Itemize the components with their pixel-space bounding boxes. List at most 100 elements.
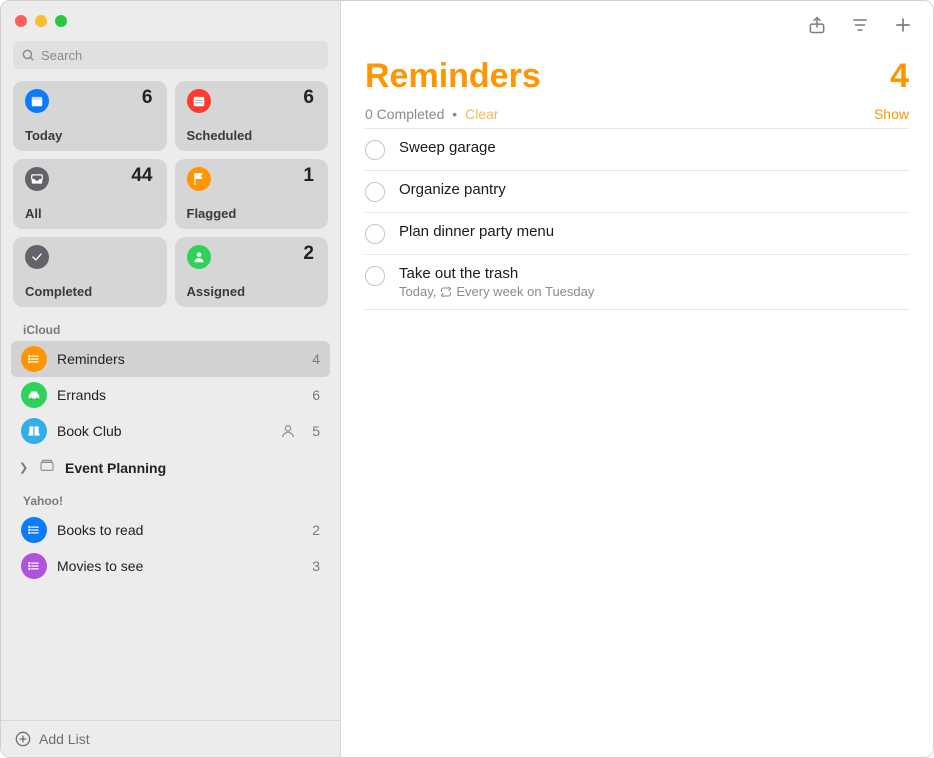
- reminder-title: Organize pantry: [399, 181, 909, 198]
- sidebar-list-item[interactable]: Book Club 5: [11, 413, 330, 449]
- list-item-count: 4: [890, 57, 909, 96]
- sidebar-list-count: 4: [308, 351, 320, 367]
- smart-list-count: 6: [142, 87, 153, 109]
- new-reminder-button[interactable]: [893, 15, 913, 35]
- add-list-button[interactable]: Add List: [1, 720, 340, 757]
- clear-button[interactable]: Clear: [465, 106, 498, 122]
- sidebar-list-item[interactable]: Movies to see 3: [11, 548, 330, 584]
- close-window-button[interactable]: [15, 15, 27, 27]
- smart-list-scheduled[interactable]: 6 Scheduled: [175, 81, 329, 151]
- minimize-window-button[interactable]: [35, 15, 47, 27]
- sidebar-list-group: Books to read 2 Movies to see 3: [1, 512, 340, 584]
- sidebar-list-count: 3: [308, 558, 320, 574]
- sidebar-list-count: 2: [308, 522, 320, 538]
- sidebar-list-label: Books to read: [57, 522, 298, 538]
- smart-list-label: Today: [25, 128, 62, 143]
- show-completed-button[interactable]: Show: [874, 106, 909, 122]
- smart-list-assigned[interactable]: 2 Assigned: [175, 237, 329, 307]
- smart-list-count: 2: [303, 243, 314, 265]
- chevron-right-icon: ❯: [19, 461, 29, 474]
- repeat-icon: [440, 286, 452, 298]
- smart-list-flagged[interactable]: 1 Flagged: [175, 159, 329, 229]
- calendar-icon: [25, 89, 49, 113]
- share-button[interactable]: [807, 14, 827, 36]
- plus-icon: [893, 15, 913, 35]
- status-row: 0 Completed • Clear Show: [365, 106, 909, 122]
- toolbar: [341, 1, 933, 49]
- reminder-item[interactable]: Take out the trash Today, Every week on …: [365, 254, 909, 310]
- smart-list-count: 44: [131, 165, 152, 187]
- separator-dot: •: [452, 106, 457, 122]
- sidebar-list-count: 6: [308, 387, 320, 403]
- reminder-item[interactable]: Organize pantry: [365, 170, 909, 212]
- reminder-body: Plan dinner party menu: [399, 223, 909, 240]
- sidebar-list-label: Book Club: [57, 423, 270, 439]
- smart-list-all[interactable]: 44 All: [13, 159, 167, 229]
- sidebar-list-label: Errands: [57, 387, 298, 403]
- tray-icon: [25, 167, 49, 191]
- sidebar-section-header: iCloud: [1, 315, 340, 341]
- reminders-list: Sweep garage Organize pantry Plan dinner…: [365, 128, 909, 310]
- share-icon: [807, 14, 827, 36]
- smart-list-count: 1: [303, 165, 314, 187]
- sidebar-list-item[interactable]: Reminders 4: [11, 341, 330, 377]
- reminder-body: Sweep garage: [399, 139, 909, 156]
- smart-list-label: Completed: [25, 284, 92, 299]
- complete-toggle[interactable]: [365, 224, 385, 244]
- complete-toggle[interactable]: [365, 182, 385, 202]
- person-icon: [187, 245, 211, 269]
- search-container: [1, 37, 340, 81]
- smart-list-label: Assigned: [187, 284, 246, 299]
- smart-list-label: All: [25, 206, 42, 221]
- reminders-window: 6 Today 6 Scheduled 44 All 1 Flagged Com…: [0, 0, 934, 758]
- maximize-window-button[interactable]: [55, 15, 67, 27]
- shared-icon: [280, 423, 296, 439]
- sidebar-list-group: Reminders 4 Errands 6 Book Club 5 ❯ Even…: [1, 341, 340, 486]
- main-panel: Reminders 4 0 Completed • Clear Show Swe…: [341, 1, 933, 757]
- reminder-item[interactable]: Plan dinner party menu: [365, 212, 909, 254]
- search-input[interactable]: [41, 48, 320, 63]
- sidebar-list-label: Movies to see: [57, 558, 298, 574]
- search-icon: [21, 48, 35, 62]
- sidebar-group-label: Event Planning: [65, 460, 166, 476]
- completed-count-label: 0 Completed: [365, 106, 444, 122]
- reminder-body: Take out the trash Today, Every week on …: [399, 265, 909, 299]
- flag-icon: [187, 167, 211, 191]
- sidebar-list-label: Reminders: [57, 351, 298, 367]
- list-icon: [21, 517, 47, 543]
- view-options-button[interactable]: [849, 15, 871, 35]
- list-icon: [21, 553, 47, 579]
- complete-toggle[interactable]: [365, 140, 385, 160]
- title-row: Reminders 4: [365, 57, 909, 96]
- smart-list-completed[interactable]: Completed: [13, 237, 167, 307]
- list-title: Reminders: [365, 57, 541, 96]
- reminder-item[interactable]: Sweep garage: [365, 128, 909, 170]
- car-icon: [21, 382, 47, 408]
- search-field[interactable]: [13, 41, 328, 69]
- smart-list-count: 6: [303, 87, 314, 109]
- folder-stack-icon: [37, 457, 57, 478]
- list-icon: [21, 346, 47, 372]
- plus-circle-icon: [15, 731, 31, 747]
- check-icon: [25, 245, 49, 269]
- complete-toggle[interactable]: [365, 266, 385, 286]
- sidebar-list-item[interactable]: Errands 6: [11, 377, 330, 413]
- list-content: Reminders 4 0 Completed • Clear Show Swe…: [341, 49, 933, 757]
- sidebar-group-item[interactable]: ❯ Event Planning: [11, 449, 330, 486]
- list-options-icon: [849, 15, 871, 35]
- smart-list-label: Flagged: [187, 206, 237, 221]
- sidebar-sections: iCloud Reminders 4 Errands 6 Book Club 5…: [1, 315, 340, 584]
- reminder-body: Organize pantry: [399, 181, 909, 198]
- calendar-lines-icon: [187, 89, 211, 113]
- reminder-title: Sweep garage: [399, 139, 909, 156]
- add-list-label: Add List: [39, 731, 90, 747]
- sidebar-list-item[interactable]: Books to read 2: [11, 512, 330, 548]
- sidebar-section-header: Yahoo!: [1, 486, 340, 512]
- reminder-title: Take out the trash: [399, 265, 909, 282]
- smart-list-today[interactable]: 6 Today: [13, 81, 167, 151]
- book-icon: [21, 418, 47, 444]
- smart-list-label: Scheduled: [187, 128, 253, 143]
- window-controls: [1, 1, 340, 37]
- reminder-title: Plan dinner party menu: [399, 223, 909, 240]
- smart-lists-grid: 6 Today 6 Scheduled 44 All 1 Flagged Com…: [1, 81, 340, 315]
